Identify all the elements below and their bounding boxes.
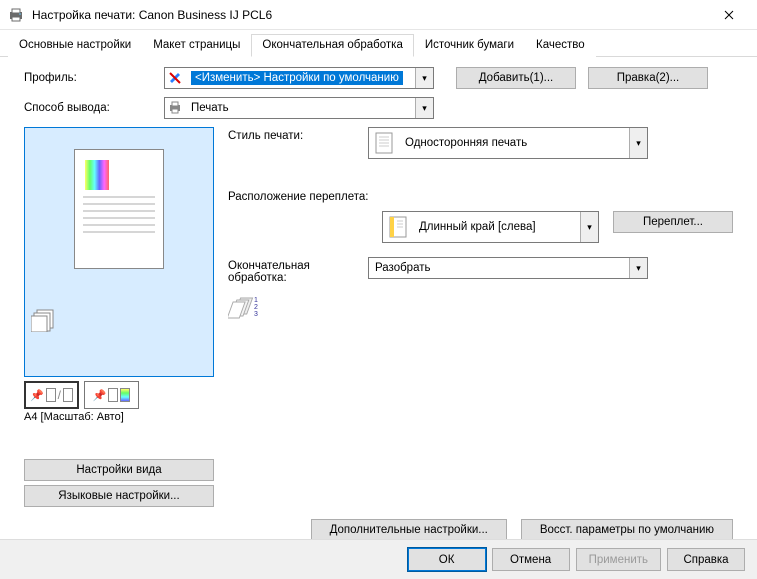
output-label: Способ вывода:: [24, 102, 164, 114]
svg-text:1: 1: [254, 297, 258, 304]
tab-strip: Основные настройки Макет страницы Оконча…: [0, 30, 757, 57]
tab-paper-source[interactable]: Источник бумаги: [414, 34, 525, 57]
chevron-down-icon: ▾: [629, 128, 647, 158]
help-button[interactable]: Справка: [667, 548, 745, 571]
view-settings-button[interactable]: Настройки вида: [24, 459, 214, 481]
language-settings-button[interactable]: Языковые настройки...: [24, 485, 214, 507]
layout-options: 📌 / 📌: [24, 381, 214, 409]
output-row: Способ вывода: Печать ▾: [24, 97, 733, 119]
svg-text:3: 3: [254, 311, 258, 318]
layout-option-2[interactable]: 📌: [84, 381, 139, 409]
svg-text:2: 2: [254, 304, 258, 311]
profile-value: <Изменить> Настройки по умолчанию: [191, 71, 403, 85]
window-title: Настройка печати: Canon Business IJ PCL6: [32, 8, 709, 22]
output-value: Печать: [185, 102, 415, 114]
preview-pane: 📌 / 📌 A4 [Масштаб: Авто] Настройки вида …: [24, 127, 214, 507]
preview-caption: A4 [Масштаб: Авто]: [24, 411, 214, 423]
advanced-settings-button[interactable]: Дополнительные настройки...: [311, 519, 507, 541]
profile-select[interactable]: <Изменить> Настройки по умолчанию ▾: [164, 67, 434, 89]
finishing-select[interactable]: Разобрать ▾: [368, 257, 648, 279]
tab-quality[interactable]: Качество: [525, 34, 596, 57]
binding-section: Расположение переплета: Длинный край [сл…: [228, 191, 733, 243]
paper-stack-icon: [31, 308, 59, 332]
close-button[interactable]: [709, 1, 749, 29]
printstyle-label: Стиль печати:: [228, 127, 368, 142]
printstyle-value: Односторонняя печать: [399, 137, 629, 149]
output-select[interactable]: Печать ▾: [164, 97, 434, 119]
dialog-buttons: ОК Отмена Применить Справка: [0, 539, 757, 579]
preview-frame: [24, 127, 214, 377]
finishing-label: Окончательная обработка:: [228, 257, 368, 284]
pushpin-icon: 📌: [93, 389, 107, 402]
chevron-down-icon: ▾: [415, 98, 433, 118]
gutter-button[interactable]: Переплет...: [613, 211, 733, 233]
profile-change-icon: [165, 71, 185, 85]
finishing-row: Окончательная обработка: Разобрать ▾: [228, 257, 733, 284]
printstyle-row: Стиль печати: Односторонняя печать ▾: [228, 127, 733, 159]
single-page-icon: [369, 131, 399, 155]
binding-label: Расположение переплета:: [228, 191, 733, 203]
restore-defaults-button[interactable]: Восст. параметры по умолчанию: [521, 519, 733, 541]
tab-finishing[interactable]: Окончательная обработка: [251, 34, 413, 57]
profile-row: Профиль: <Изменить> Настройки по умолчан…: [24, 67, 733, 89]
binding-select[interactable]: Длинный край [слева] ▾: [382, 211, 599, 243]
finishing-options: Стиль печати: Односторонняя печать ▾ Рас…: [228, 127, 733, 507]
chevron-down-icon: ▾: [415, 68, 433, 88]
printstyle-select[interactable]: Односторонняя печать ▾: [368, 127, 648, 159]
add-button[interactable]: Добавить(1)...: [456, 67, 576, 89]
tab-main[interactable]: Основные настройки: [8, 34, 142, 57]
layout-option-1[interactable]: 📌 /: [24, 381, 79, 409]
collate-icon: 123: [228, 294, 733, 320]
ok-button[interactable]: ОК: [408, 548, 486, 571]
chevron-down-icon: ▾: [580, 212, 598, 242]
binding-left-icon: [383, 215, 413, 239]
edit-button[interactable]: Правка(2)...: [588, 67, 708, 89]
apply-button[interactable]: Применить: [576, 548, 661, 571]
profile-label: Профиль:: [24, 72, 164, 84]
tab-content: Профиль: <Изменить> Настройки по умолчан…: [0, 57, 757, 513]
pushpin-icon: 📌: [30, 389, 44, 402]
cancel-button[interactable]: Отмена: [492, 548, 570, 571]
titlebar: Настройка печати: Canon Business IJ PCL6: [0, 0, 757, 30]
finishing-value: Разобрать: [369, 262, 629, 274]
page-preview-icon: [74, 149, 164, 269]
binding-value: Длинный край [слева]: [413, 221, 580, 233]
tab-layout[interactable]: Макет страницы: [142, 34, 251, 57]
printer-icon: [8, 7, 24, 23]
print-icon: [165, 101, 185, 115]
chevron-down-icon: ▾: [629, 258, 647, 278]
